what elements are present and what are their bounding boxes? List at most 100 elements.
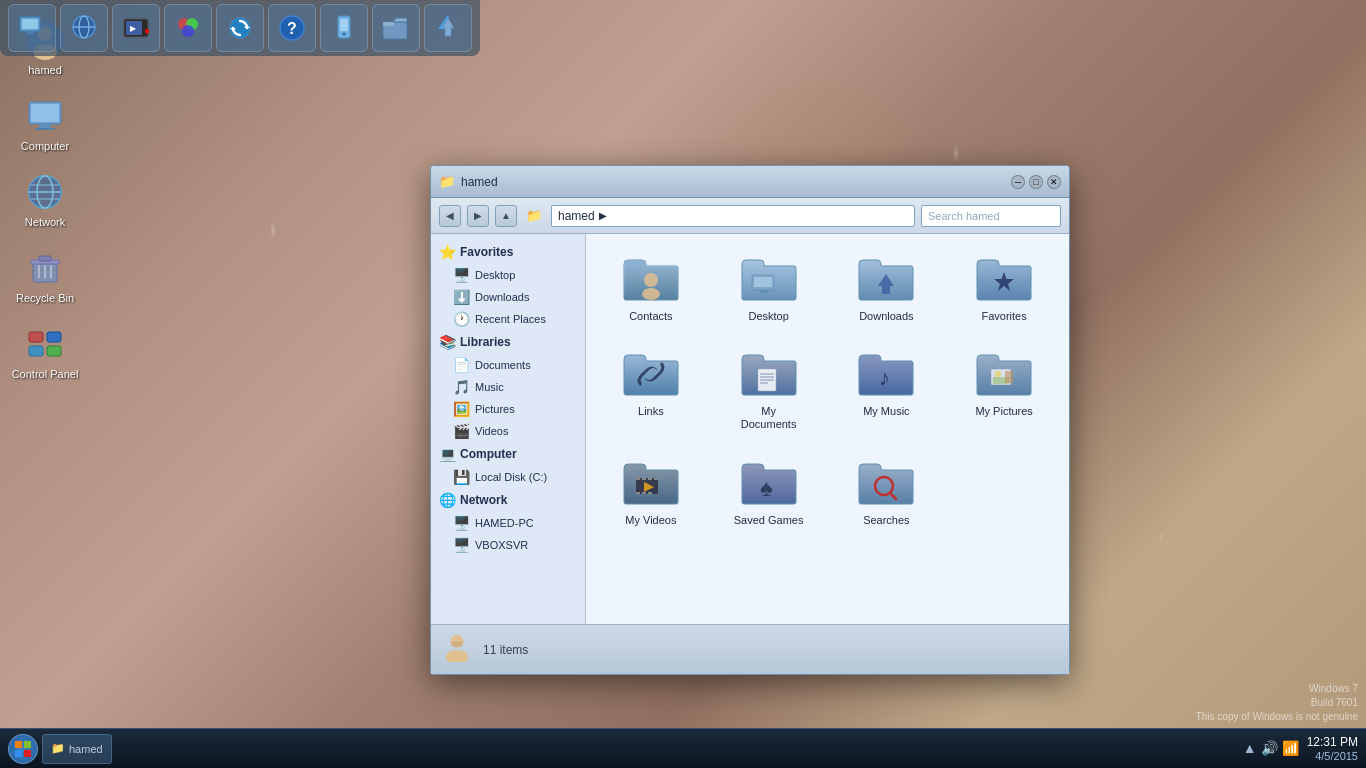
folder-searches[interactable]: Searches <box>832 448 942 535</box>
windows-notice: Windows 7 Build 7601 This copy of Window… <box>1196 682 1358 724</box>
toolbar-btn-recycle2[interactable] <box>424 4 472 52</box>
folder-my-videos[interactable]: My Videos <box>596 448 706 535</box>
sidebar-item-pictures[interactable]: 🖼️ Pictures <box>431 398 585 420</box>
sidebar-item-hamed-pc[interactable]: 🖥️ HAMED-PC <box>431 512 585 534</box>
clock-area[interactable]: 12:31 PM 4/5/2015 <box>1307 735 1358 761</box>
folder-desktop[interactable]: Desktop <box>714 244 824 331</box>
close-button[interactable]: ✕ <box>1047 175 1061 189</box>
svg-point-47 <box>644 273 658 287</box>
desktop-icon-recycle[interactable]: Recycle Bin <box>10 248 80 304</box>
folder-my-music[interactable]: ♪ My Music <box>832 339 942 439</box>
sidebar-computer-header[interactable]: 💻 Computer <box>431 442 585 466</box>
svg-rect-66 <box>636 478 640 480</box>
svg-rect-4 <box>31 104 59 122</box>
sidebar-item-downloads[interactable]: ⬇️ Downloads <box>431 286 585 308</box>
recycle-label: Recycle Bin <box>16 292 74 304</box>
start-button[interactable] <box>8 734 38 764</box>
libraries-label: Libraries <box>460 335 511 349</box>
svg-rect-71 <box>642 492 646 494</box>
downloads-folder-icon <box>856 252 916 306</box>
search-box[interactable]: Search hamed <box>921 205 1061 227</box>
recent-sidebar-icon: 🕐 <box>453 311 469 327</box>
my-music-folder-icon: ♪ <box>856 347 916 401</box>
videos-sidebar-icon: 🎬 <box>453 423 469 439</box>
address-bar: ◀ ▶ ▲ 📁 hamed ▶ Search hamed <box>431 198 1069 234</box>
explorer-window: 📁 hamed ─ □ ✕ ◀ ▶ ▲ 📁 hamed ▶ Search ham… <box>430 165 1070 675</box>
my-documents-folder-icon <box>739 347 799 401</box>
folder-favorites[interactable]: Favorites <box>949 244 1059 331</box>
desktop-icon-computer[interactable]: Computer <box>10 96 80 152</box>
sidebar-item-vboxsvr[interactable]: 🖥️ VBOXSVR <box>431 534 585 556</box>
svg-text:●: ● <box>144 25 150 36</box>
back-button[interactable]: ◀ <box>439 205 461 227</box>
toolbar-btn-media[interactable]: ● ▶ <box>112 4 160 52</box>
documents-sidebar-icon: 📄 <box>453 357 469 373</box>
downloads-sidebar-icon: ⬇️ <box>453 289 469 305</box>
status-bar: 11 items <box>431 624 1069 674</box>
sidebar-item-videos[interactable]: 🎬 Videos <box>431 420 585 442</box>
forward-button[interactable]: ▶ <box>467 205 489 227</box>
sidebar-item-local-disk[interactable]: 💾 Local Disk (C:) <box>431 466 585 488</box>
sidebar-item-recent[interactable]: 🕐 Recent Places <box>431 308 585 330</box>
tray-network-icon[interactable]: 📶 <box>1282 740 1299 756</box>
svg-rect-5 <box>39 124 51 128</box>
desktop-icon-network[interactable]: Network <box>10 172 80 228</box>
toolbar-btn-color[interactable] <box>164 4 212 52</box>
svg-rect-6 <box>35 128 55 130</box>
computer-section-label: Computer <box>460 447 517 461</box>
sidebar-item-music[interactable]: 🎵 Music <box>431 376 585 398</box>
saved-games-folder-icon: ♠ <box>739 456 799 510</box>
window-title: hamed <box>461 175 498 189</box>
sidebar-favorites-header[interactable]: ⭐ Favorites <box>431 240 585 264</box>
folder-contacts[interactable]: Contacts <box>596 244 706 331</box>
svg-point-36 <box>182 25 194 37</box>
tray-volume-icon[interactable]: 🔊 <box>1261 740 1278 756</box>
svg-rect-49 <box>624 260 646 266</box>
network-section-icon: 🌐 <box>439 492 456 508</box>
folder-my-documents[interactable]: My Documents <box>714 339 824 439</box>
local-disk-label: Local Disk (C:) <box>475 471 547 483</box>
maximize-button[interactable]: □ <box>1029 175 1043 189</box>
svg-rect-51 <box>754 277 772 287</box>
window-controls: ─ □ ✕ <box>1011 175 1061 189</box>
svg-rect-64 <box>1005 371 1013 383</box>
search-placeholder: Search hamed <box>928 210 1000 222</box>
toolbar-btn-device[interactable] <box>320 4 368 52</box>
address-path[interactable]: hamed ▶ <box>551 205 915 227</box>
folder-saved-games[interactable]: ♠ Saved Games <box>714 448 824 535</box>
sidebar-network-header[interactable]: 🌐 Network <box>431 488 585 512</box>
folder-downloads[interactable]: Downloads <box>832 244 942 331</box>
svg-rect-19 <box>29 332 43 342</box>
sidebar-item-desktop[interactable]: 🖥️ Desktop <box>431 264 585 286</box>
saved-games-label: Saved Games <box>734 514 804 527</box>
up-button[interactable]: ▲ <box>495 205 517 227</box>
my-music-label: My Music <box>863 405 909 418</box>
taskbar-explorer-icon: 📁 <box>51 742 65 755</box>
toolbar-btn-folder[interactable] <box>372 4 420 52</box>
favorites-folder-label: Favorites <box>982 310 1027 323</box>
svg-rect-67 <box>642 478 646 480</box>
folder-my-pictures[interactable]: My Pictures <box>949 339 1059 439</box>
toolbar-btn-monitor[interactable] <box>8 4 56 52</box>
contacts-label: Contacts <box>629 310 672 323</box>
desktop-sidebar-icon: 🖥️ <box>453 267 469 283</box>
desktop-folder-label: Desktop <box>748 310 788 323</box>
taskbar-explorer-item[interactable]: 📁 hamed <box>42 734 112 764</box>
sidebar-item-documents[interactable]: 📄 Documents <box>431 354 585 376</box>
svg-text:♪: ♪ <box>879 365 890 390</box>
top-toolbar: ● ▶ ? <box>0 0 480 56</box>
my-documents-label: My Documents <box>734 405 804 431</box>
pictures-sidebar-label: Pictures <box>475 403 515 415</box>
svg-rect-25 <box>27 31 33 34</box>
hamed-pc-label: HAMED-PC <box>475 517 534 529</box>
toolbar-btn-help[interactable]: ? <box>268 4 316 52</box>
toolbar-btn-internet[interactable] <box>60 4 108 52</box>
tray-expand-icon[interactable]: ▲ <box>1243 740 1257 756</box>
sidebar-libraries-header[interactable]: 📚 Libraries <box>431 330 585 354</box>
minimize-button[interactable]: ─ <box>1011 175 1025 189</box>
folder-links[interactable]: Links <box>596 339 706 439</box>
svg-rect-52 <box>760 290 768 293</box>
network-section-label: Network <box>460 493 507 507</box>
toolbar-btn-sync[interactable] <box>216 4 264 52</box>
desktop-icon-control-panel[interactable]: Control Panel <box>10 324 80 380</box>
